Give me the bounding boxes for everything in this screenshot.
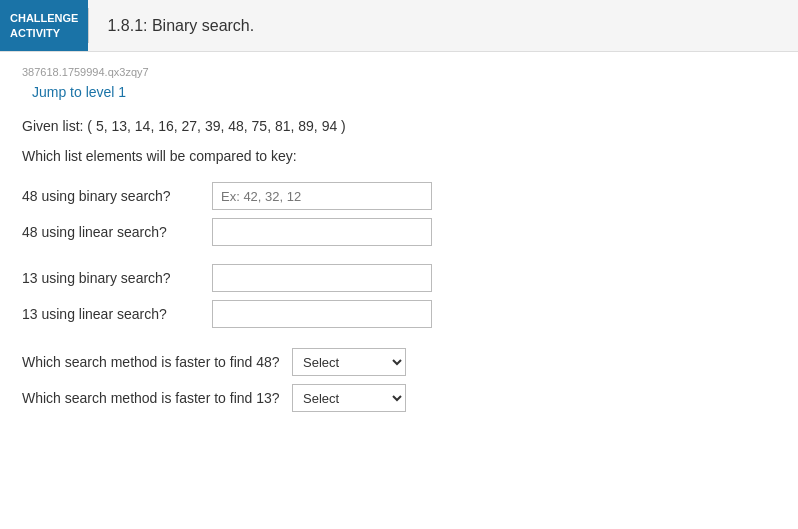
jump-to-level-link[interactable]: Jump to level 1 [32, 84, 126, 100]
input-13-binary[interactable] [212, 264, 432, 292]
badge-line1: CHALLENGE [10, 11, 78, 25]
form-row-2: 13 using binary search? [22, 264, 776, 292]
form-row-label-0: 48 using binary search? [22, 188, 212, 204]
select-row-1: Which search method is faster to find 13… [22, 384, 776, 412]
spacer-2 [22, 338, 776, 348]
select-rows-section: Which search method is faster to find 48… [22, 348, 776, 412]
select-faster-48[interactable]: Select Binary search Linear search Same … [292, 348, 406, 376]
input-48-binary[interactable] [212, 182, 432, 210]
spacer-1 [22, 254, 776, 264]
challenge-badge: CHALLENGE ACTIVITY [0, 0, 88, 51]
title-text: 1.8.1: Binary search. [107, 17, 254, 35]
form-row-label-3: 13 using linear search? [22, 306, 212, 322]
main-content: 387618.1759994.qx3zqy7 Jump to level 1 G… [0, 52, 798, 450]
header-title: 1.8.1: Binary search. [89, 0, 272, 51]
header: CHALLENGE ACTIVITY 1.8.1: Binary search. [0, 0, 798, 52]
select-row-label-0: Which search method is faster to find 48… [22, 354, 292, 370]
given-list: Given list: ( 5, 13, 14, 16, 27, 39, 48,… [22, 118, 776, 134]
form-row-label-2: 13 using binary search? [22, 270, 212, 286]
session-id: 387618.1759994.qx3zqy7 [22, 66, 776, 78]
form-row-0: 48 using binary search? [22, 182, 776, 210]
form-row-1: 48 using linear search? [22, 218, 776, 246]
input-13-linear[interactable] [212, 300, 432, 328]
select-row-0: Which search method is faster to find 48… [22, 348, 776, 376]
badge-line2: ACTIVITY [10, 26, 78, 40]
form-row-3: 13 using linear search? [22, 300, 776, 328]
binary-linear-inputs: 48 using binary search? 48 using linear … [22, 182, 776, 328]
select-row-label-1: Which search method is faster to find 13… [22, 390, 292, 406]
input-48-linear[interactable] [212, 218, 432, 246]
form-row-label-1: 48 using linear search? [22, 224, 212, 240]
select-faster-13[interactable]: Select Binary search Linear search Same … [292, 384, 406, 412]
which-compared-label: Which list elements will be compared to … [22, 148, 776, 164]
